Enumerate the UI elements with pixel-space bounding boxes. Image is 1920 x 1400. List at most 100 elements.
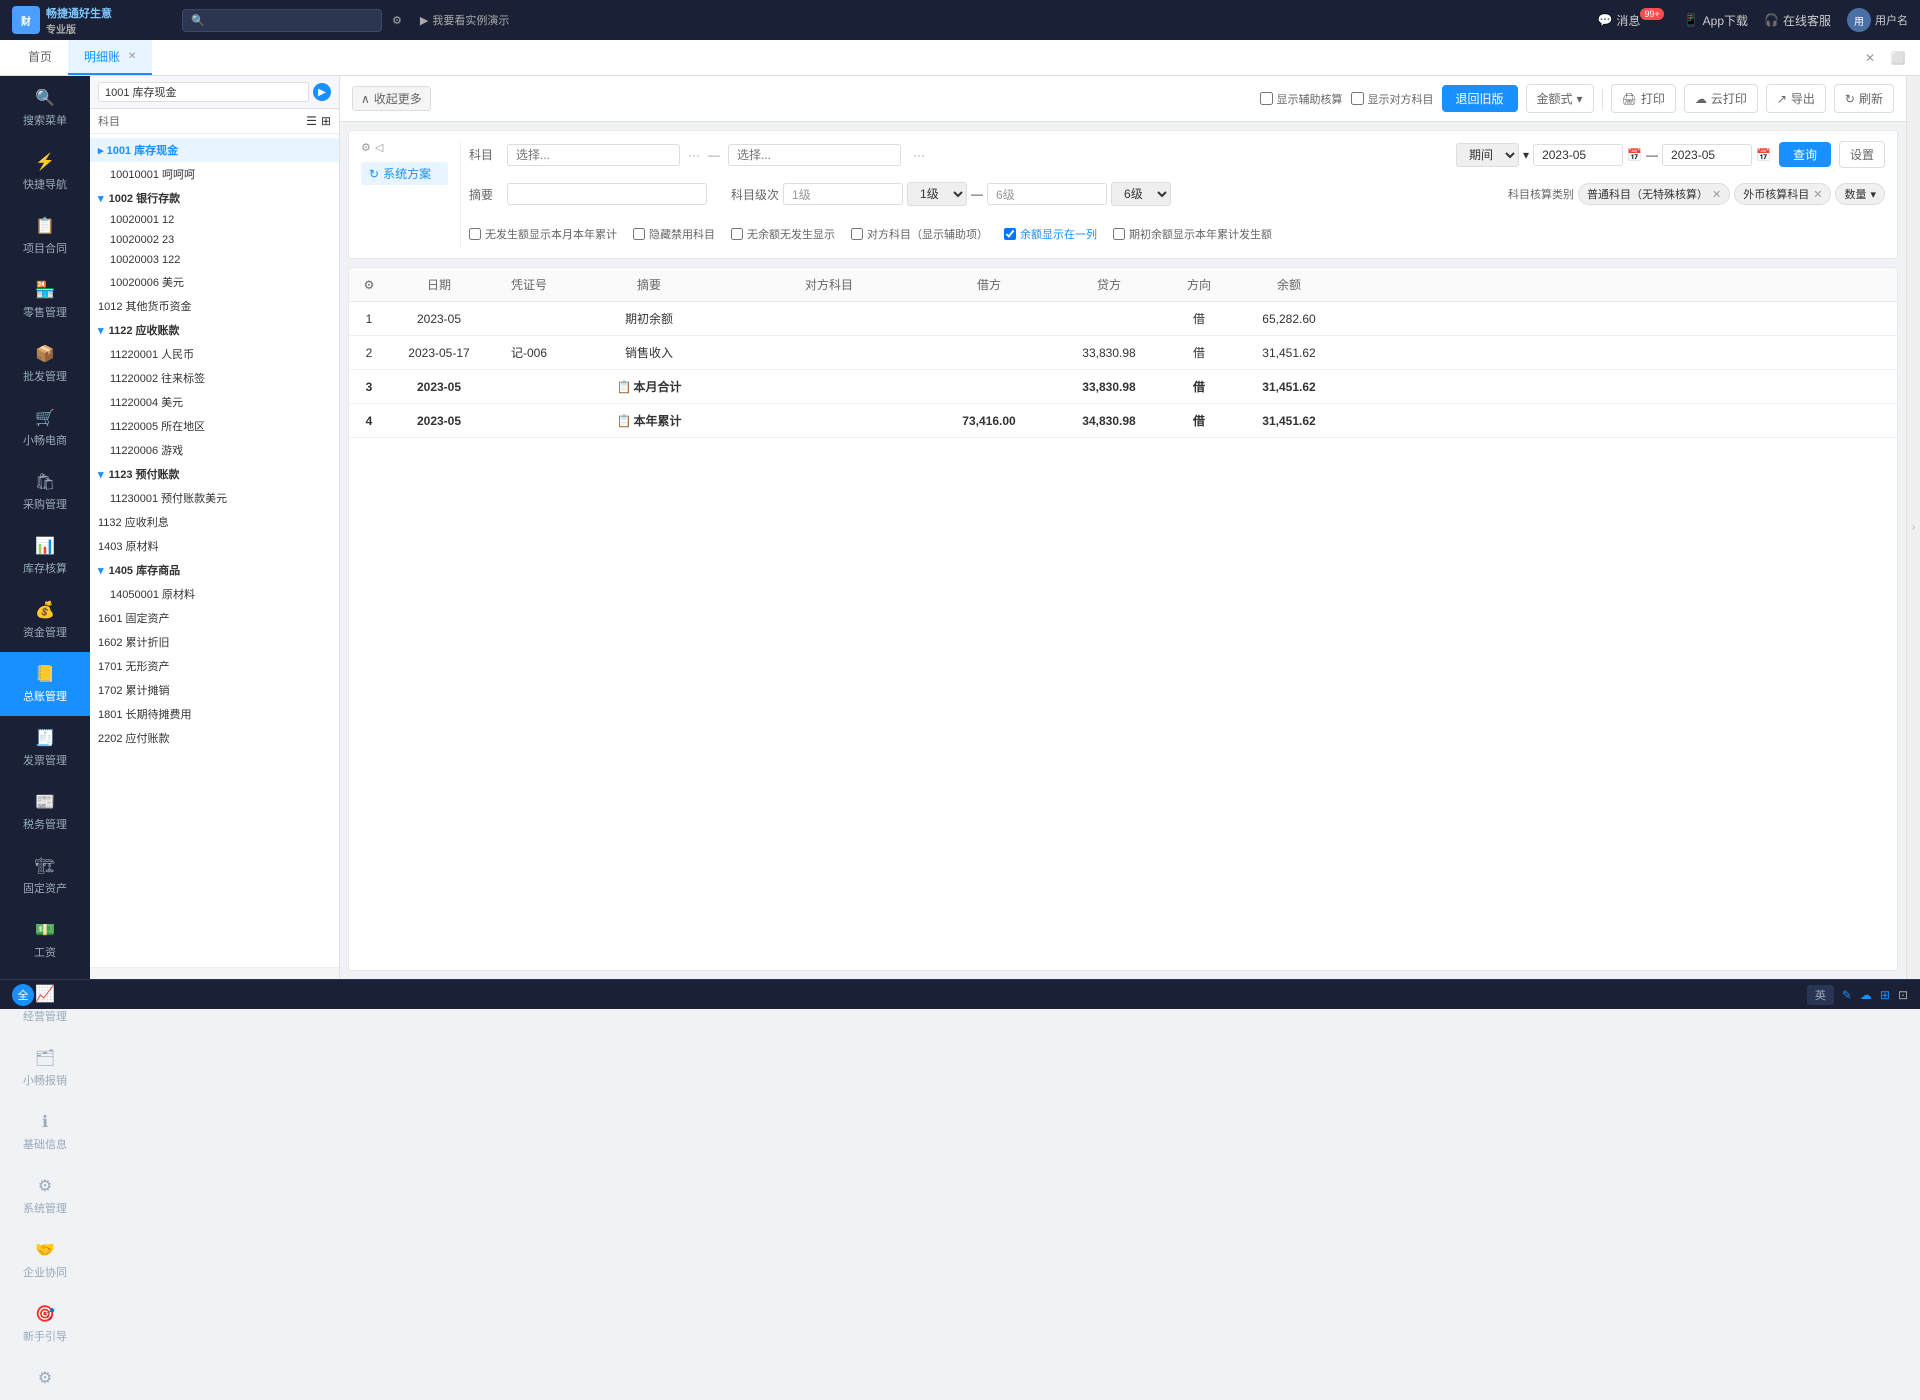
online-service-btn[interactable]: 🎧 在线客服 [1764,12,1831,29]
sidebar-settings-icon[interactable]: ⚙ [38,1370,52,1387]
tab-close-icon[interactable]: ✕ [128,51,136,62]
app-download-btn[interactable]: 📱 App下载 [1684,12,1748,29]
refresh-btn[interactable]: ↻ 刷新 [1834,84,1894,113]
right-collapse-btn[interactable]: › [1906,76,1920,979]
sidebar-item-colab[interactable]: 🤝 企业协同 [0,1228,90,1292]
format-select-btn[interactable]: 金额式 ▾ [1526,84,1594,113]
sidebar-item-purchase[interactable]: 🛍 采购管理 [0,460,90,524]
cb-no-balance[interactable]: 无发生额显示本月本年累计 [469,226,617,242]
tree-node-1002[interactable]: ▾ 1002 银行存款 [90,186,339,210]
sidebar-item-tax[interactable]: 📰 税务管理 [0,780,90,844]
subject-to-input[interactable] [728,144,901,166]
sidebar-item-wholesale[interactable]: 📦 批发管理 [0,332,90,396]
account-expand-icon[interactable]: ⊞ [321,114,331,128]
cb-hide-disabled[interactable]: 隐藏禁用科目 [633,226,715,242]
tree-node-10020006[interactable]: 10020006 美元 [90,270,339,294]
sidebar-item-salary[interactable]: 💵 工资 [0,908,90,972]
sidebar-item-ecommerce[interactable]: 🛒 小畅电商 [0,396,90,460]
print-btn[interactable]: 🖨 打印 [1611,84,1676,113]
filter-settings-icon[interactable]: ⚙ [361,141,371,154]
summary-input[interactable] [507,183,707,205]
tab-expand-icon[interactable]: ⬜ [1888,48,1908,68]
show-opposite-checkbox[interactable]: 显示对方科目 [1351,91,1434,107]
sidebar-item-ledger[interactable]: 📒 总账管理 [0,652,90,716]
level-to-input[interactable] [987,183,1107,205]
cell-voucher[interactable]: 记-006 [489,336,569,370]
sidebar-item-guide[interactable]: 🎯 新手引导 [0,1292,90,1356]
period-calendar-from-icon[interactable]: 📅 [1627,148,1642,162]
tag-close-normal[interactable]: ✕ [1712,188,1721,201]
tree-node-11220005[interactable]: 11220005 所在地区 [90,414,339,438]
tree-node-11230001[interactable]: 11230001 预付账款美元 [90,486,339,510]
tree-node-14050001[interactable]: 14050001 原材料 [90,582,339,606]
tab-close-all-icon[interactable]: ✕ [1860,48,1880,68]
period-from-input[interactable] [1533,144,1623,166]
tree-node-1012[interactable]: 1012 其他货币资金 [90,294,339,318]
account-search-input[interactable] [98,82,309,102]
tree-node-11220001[interactable]: 11220001 人民币 [90,342,339,366]
tree-node-1702[interactable]: 1702 累计摊销 [90,678,339,702]
status-icon-3[interactable]: ⊞ [1880,988,1890,1002]
message-btn[interactable]: 💬 消息 99+ [1597,12,1667,29]
tree-node-10020003[interactable]: 10020003 122 [90,250,339,270]
tree-node-2202[interactable]: 2202 应付账款 [90,726,339,750]
sidebar-item-report[interactable]: 🗂 小畅报销 [0,1036,90,1100]
tree-node-1403[interactable]: 1403 原材料 [90,534,339,558]
gear-btn[interactable]: ⚙ [392,14,402,27]
account-scrollbar[interactable] [90,967,339,979]
scheme-btn[interactable]: ↻ 系统方案 [361,162,448,185]
subject-input[interactable] [507,144,680,166]
settings-btn[interactable]: 设置 [1839,141,1885,168]
tree-node-11220002[interactable]: 11220002 往来标签 [90,366,339,390]
level-from-input[interactable] [783,183,903,205]
tab-ledger[interactable]: 明细账 ✕ [68,40,152,75]
sidebar-item-invoice[interactable]: 🧾 发票管理 [0,716,90,780]
user-avatar[interactable]: 用 用户名 [1847,8,1908,32]
show-aux-checkbox[interactable]: 显示辅助核算 [1260,91,1343,107]
level-to-select[interactable]: 6级 [1111,182,1171,206]
tree-node-10020002[interactable]: 10020002 23 [90,230,339,250]
sidebar-item-sysmgr[interactable]: ⚙ 系统管理 [0,1164,90,1228]
cloud-print-btn[interactable]: ☁ 云打印 [1684,84,1758,113]
tree-node-10020001[interactable]: 10020001 12 [90,210,339,230]
export-btn[interactable]: ↗ 导出 [1766,84,1826,113]
tab-home[interactable]: 首页 [12,40,68,75]
cb-no-zero[interactable]: 无余额无发生显示 [731,226,835,242]
tree-node-1405[interactable]: ▾ 1405 库存商品 [90,558,339,582]
sidebar-item-basic[interactable]: ℹ 基础信息 [0,1100,90,1164]
sidebar-item-quicknav[interactable]: ⚡ 快捷导航 [0,140,90,204]
sidebar-item-capital[interactable]: 💰 资金管理 [0,588,90,652]
tree-node-1601[interactable]: 1601 固定资产 [90,606,339,630]
status-main-icon[interactable]: 全 [12,984,34,1006]
tree-node-1801[interactable]: 1801 长期待摊费用 [90,702,339,726]
tree-node-1602[interactable]: 1602 累计折旧 [90,630,339,654]
cb-show-opposite[interactable]: 对方科目（显示辅助项） [851,226,988,242]
account-nav-btn[interactable]: ▶ [313,83,331,101]
status-icon-4[interactable]: ⊡ [1898,988,1908,1002]
lang-btn[interactable]: 英 [1807,985,1834,1005]
chevron-down-qty-icon[interactable]: ▾ [1870,188,1876,201]
period-type-select[interactable]: 期间 [1456,143,1519,167]
sidebar-item-inventory[interactable]: 📊 库存核算 [0,524,90,588]
tag-close-foreign[interactable]: ✕ [1813,188,1822,201]
sidebar-item-project[interactable]: 📋 项目合同 [0,204,90,268]
tree-node-11220004[interactable]: 11220004 美元 [90,390,339,414]
filter-collapse-icon[interactable]: ◁ [375,141,383,154]
sidebar-item-assets[interactable]: 🏗 固定资产 [0,844,90,908]
period-calendar-to-icon[interactable]: 📅 [1756,148,1771,162]
sidebar-item-search[interactable]: 🔍 搜索菜单 [0,76,90,140]
cb-balance-col[interactable]: 余额显示在一列 [1004,226,1097,242]
tree-node-1701[interactable]: 1701 无形资产 [90,654,339,678]
status-icon-2[interactable]: ☁ [1860,988,1872,1002]
period-to-input[interactable] [1662,144,1752,166]
back-old-btn[interactable]: 退回旧版 [1442,85,1518,112]
sidebar-item-retail[interactable]: 🏪 零售管理 [0,268,90,332]
cb-opening-balance[interactable]: 期初余额显示本年累计发生额 [1113,226,1272,242]
level-from-select[interactable]: 1级 [907,182,967,206]
tree-node-1123[interactable]: ▾ 1123 预付账款 [90,462,339,486]
gear-icon[interactable]: ⚙ [364,278,375,292]
account-list-icon[interactable]: ☰ [306,114,317,128]
status-icon-1[interactable]: ✎ [1842,988,1852,1002]
tree-node-1122[interactable]: ▾ 1122 应收账款 [90,318,339,342]
tree-node-10010001[interactable]: 10010001 呵呵呵 [90,162,339,186]
